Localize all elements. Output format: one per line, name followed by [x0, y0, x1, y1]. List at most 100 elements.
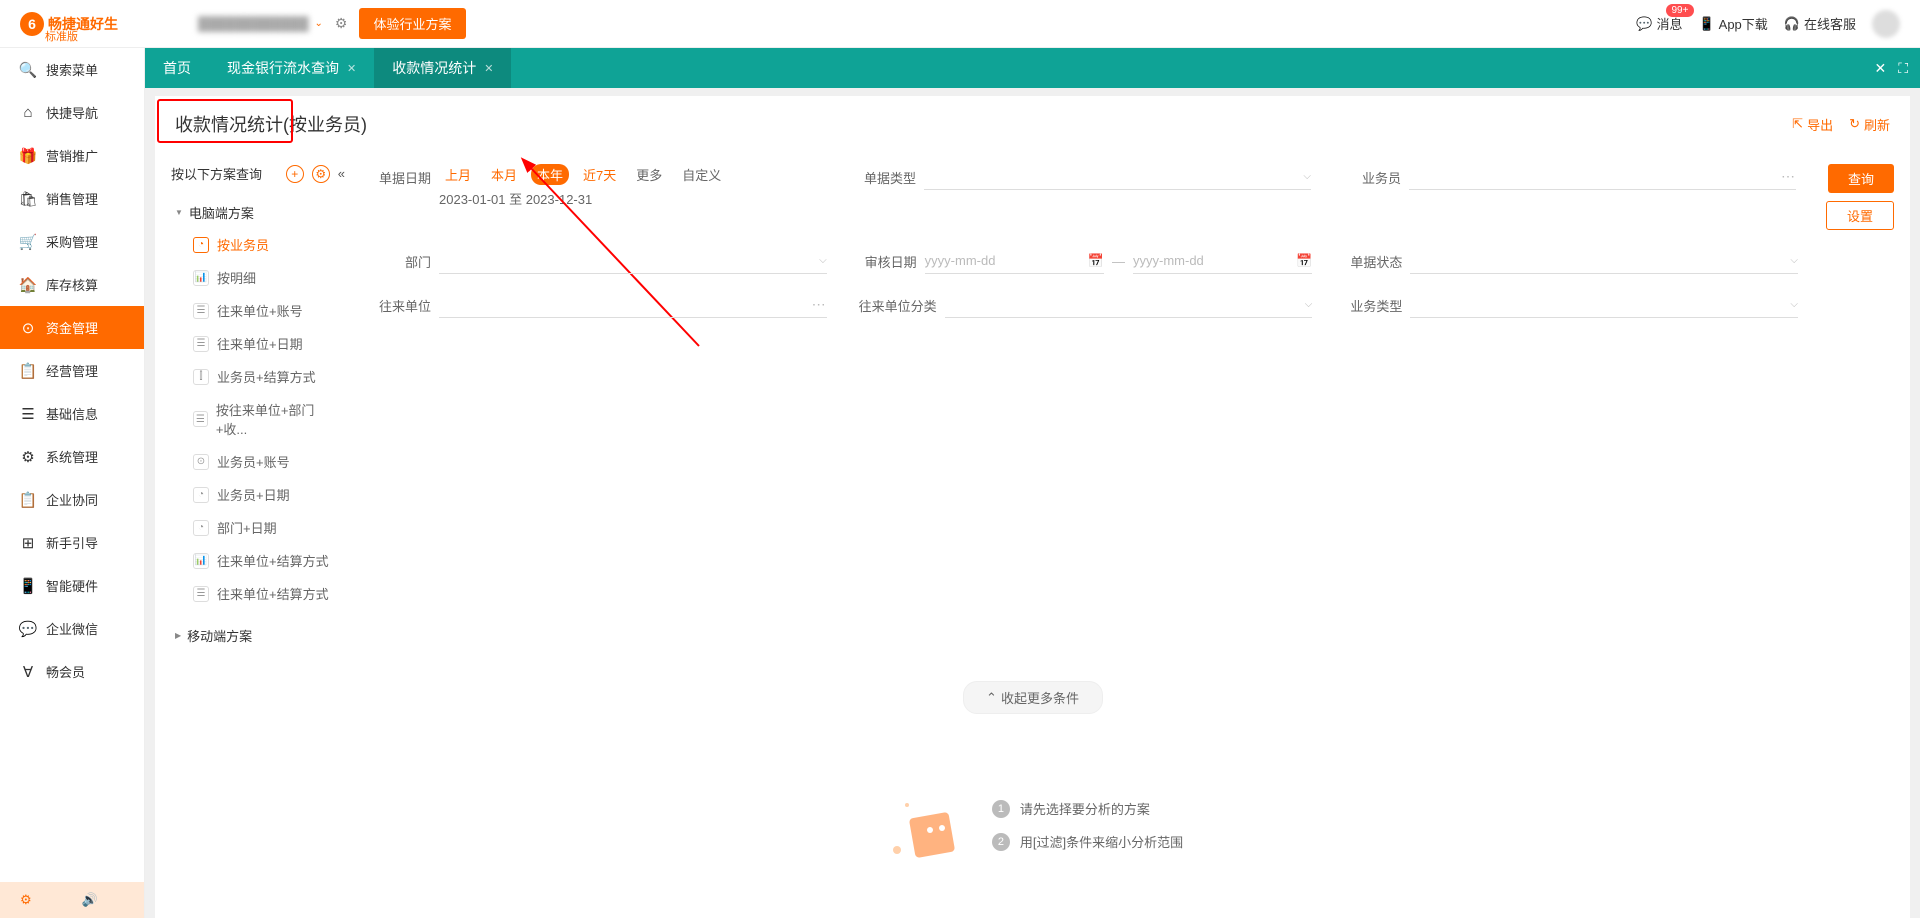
sidebar-bottom: ⚙ 🔊 — [0, 882, 144, 918]
date-tab[interactable]: 上月 — [439, 164, 477, 185]
label-partner: 往来单位 — [371, 292, 431, 315]
download-link[interactable]: 📱 App下载 — [1698, 14, 1767, 33]
close-icon[interactable]: ✕ — [1874, 60, 1886, 77]
scheme-icon: ☰ — [193, 336, 209, 352]
scheme-item[interactable]: ◔业务员+日期 — [165, 478, 345, 511]
empty-illustration — [882, 780, 972, 870]
calendar-icon: 📅 — [1088, 253, 1104, 269]
avatar[interactable] — [1872, 10, 1900, 38]
select-biz-type[interactable]: ⌵ — [1410, 292, 1798, 318]
badge: 99+ — [1666, 4, 1695, 17]
nav-item[interactable]: 💬企业微信 — [0, 607, 144, 650]
collapse-left-icon[interactable]: « — [338, 166, 345, 181]
scheme-item[interactable]: 📊往来单位+结算方式 — [165, 544, 345, 577]
chevron-up-icon: ⌃ — [986, 690, 997, 706]
nav-item[interactable]: ∀畅会员 — [0, 650, 144, 693]
label-audit-date: 审核日期 — [857, 248, 917, 271]
logo: 6 畅捷通好生 标准版 — [20, 12, 118, 36]
scheme-icon: ◔ — [193, 487, 209, 503]
step-1: 1 请先选择要分析的方案 — [992, 799, 1183, 818]
nav-item[interactable]: 📱智能硬件 — [0, 564, 144, 607]
chevron-right-icon: ▶ — [175, 631, 181, 640]
experience-button[interactable]: 体验行业方案 — [359, 8, 465, 39]
tab[interactable]: 首页 — [145, 48, 209, 88]
scheme-item[interactable]: ☰往来单位+结算方式 — [165, 577, 345, 610]
scheme-icon: ☰ — [193, 303, 209, 319]
phone-icon: 📱 — [1698, 16, 1714, 32]
tab[interactable]: 收款情况统计✕ — [374, 48, 511, 88]
select-partner-cat[interactable]: ⌵ — [945, 292, 1313, 318]
select-salesman[interactable]: ⋯ — [1409, 164, 1796, 190]
scheme-item[interactable]: ☰按往来单位+部门+收... — [165, 393, 345, 445]
scheme-title: 按以下方案查询 — [171, 164, 262, 183]
collapse-conditions[interactable]: ⌃ 收起更多条件 — [963, 681, 1103, 714]
expand-icon[interactable]: ⛶ — [1898, 60, 1908, 77]
service-link[interactable]: 🎧 在线客服 — [1784, 14, 1856, 33]
scheme-item[interactable]: ◔按业务员 — [165, 228, 345, 261]
nav-item[interactable]: 🏠库存核算 — [0, 263, 144, 306]
nav-icon: 🛍 — [20, 191, 36, 207]
nav-item[interactable]: ⚙ 系统管理 — [0, 435, 144, 478]
select-partner[interactable]: ⋯ — [439, 292, 827, 318]
nav-icon: 📋 — [20, 363, 36, 379]
refresh-icon: ↻ — [1849, 116, 1860, 132]
nav-item[interactable]: 🔍搜索菜单 — [0, 48, 144, 91]
nav-item[interactable]: ☰基础信息 — [0, 392, 144, 435]
export-icon: ⇱ — [1792, 116, 1803, 132]
settings-icon[interactable]: ⚙ — [20, 892, 32, 908]
nav-icon: ⚙ — [20, 449, 36, 465]
scheme-item[interactable]: 📊按明细 — [165, 261, 345, 294]
nav-icon: ⊙ — [20, 320, 36, 336]
nav-item[interactable]: 📋经营管理 — [0, 349, 144, 392]
nav-item[interactable]: ⊙资金管理 — [0, 306, 144, 349]
date-tab[interactable]: 自定义 — [676, 164, 727, 185]
close-icon[interactable]: ✕ — [484, 62, 493, 75]
nav-item[interactable]: ⊞新手引导 — [0, 521, 144, 564]
more-icon: ⋯ — [812, 296, 827, 313]
nav-icon: ⌂ — [20, 105, 36, 121]
scheme-item[interactable]: ☰往来单位+账号 — [165, 294, 345, 327]
nav-item[interactable]: 🛍销售管理 — [0, 177, 144, 220]
date-tab[interactable]: 更多 — [630, 164, 668, 185]
refresh-button[interactable]: ↻ 刷新 — [1849, 115, 1890, 134]
gear-icon[interactable]: ⚙ — [312, 165, 330, 183]
date-tab[interactable]: 本月 — [485, 164, 523, 185]
scheme-icon: ☰ — [193, 411, 208, 427]
date-tab[interactable]: 近7天 — [577, 164, 622, 185]
select-doc-status[interactable]: ⌵ — [1410, 248, 1798, 274]
nav-item[interactable]: 📋企业协同 — [0, 478, 144, 521]
close-icon[interactable]: ✕ — [347, 62, 356, 75]
nav-item[interactable]: 🎁营销推广 — [0, 134, 144, 177]
nav-item[interactable]: ⌂快捷导航 — [0, 91, 144, 134]
search-button[interactable]: 查询 — [1828, 164, 1894, 193]
scheme-icon: ◔ — [193, 237, 209, 253]
select-dept[interactable]: ⌵ — [439, 248, 827, 274]
nav-icon: ∀ — [20, 664, 36, 680]
date-tab[interactable]: 本年 — [531, 164, 569, 185]
left-sidebar: 🔍搜索菜单⌂快捷导航🎁营销推广🛍销售管理🛒采购管理🏠库存核算⊙资金管理📋经营管理… — [0, 48, 145, 918]
company-selector[interactable]: ████████████ ⌄ — [198, 16, 323, 31]
date-to[interactable]: yyyy-mm-dd📅 — [1133, 248, 1312, 274]
sound-icon[interactable]: 🔊 — [82, 892, 98, 908]
nav-label: 企业微信 — [46, 619, 98, 638]
scheme-item[interactable]: ⊙业务员+账号 — [165, 445, 345, 478]
label-salesman: 业务员 — [1341, 164, 1401, 187]
date-from[interactable]: yyyy-mm-dd📅 — [925, 248, 1104, 274]
gear-icon[interactable]: ⚙ — [335, 15, 348, 32]
scheme-group-mobile[interactable]: ▶ 移动端方案 — [165, 620, 345, 651]
export-button[interactable]: ⇱ 导出 — [1792, 115, 1833, 134]
nav-item[interactable]: 🛒采购管理 — [0, 220, 144, 263]
settings-button[interactable]: 设置 — [1826, 201, 1894, 230]
tab[interactable]: 现金银行流水查询✕ — [209, 48, 374, 88]
scheme-item[interactable]: ◔部门+日期 — [165, 511, 345, 544]
select-doc-type[interactable]: ⌵ — [924, 164, 1311, 190]
add-icon[interactable]: + — [286, 165, 304, 183]
scheme-item[interactable]: ⫿业务员+结算方式 — [165, 360, 345, 393]
scheme-group-desktop[interactable]: ▼ 电脑端方案 — [165, 197, 345, 228]
messages-link[interactable]: 💬 消息 99+ — [1636, 14, 1682, 33]
label-doc-status: 单据状态 — [1342, 248, 1402, 271]
nav-label: 系统管理 — [46, 447, 98, 466]
scheme-icon: ◔ — [193, 520, 209, 536]
scheme-item[interactable]: ☰往来单位+日期 — [165, 327, 345, 360]
page-header: 收款情况统计(按业务员) ⇱ 导出 ↻ 刷新 — [155, 96, 1910, 152]
